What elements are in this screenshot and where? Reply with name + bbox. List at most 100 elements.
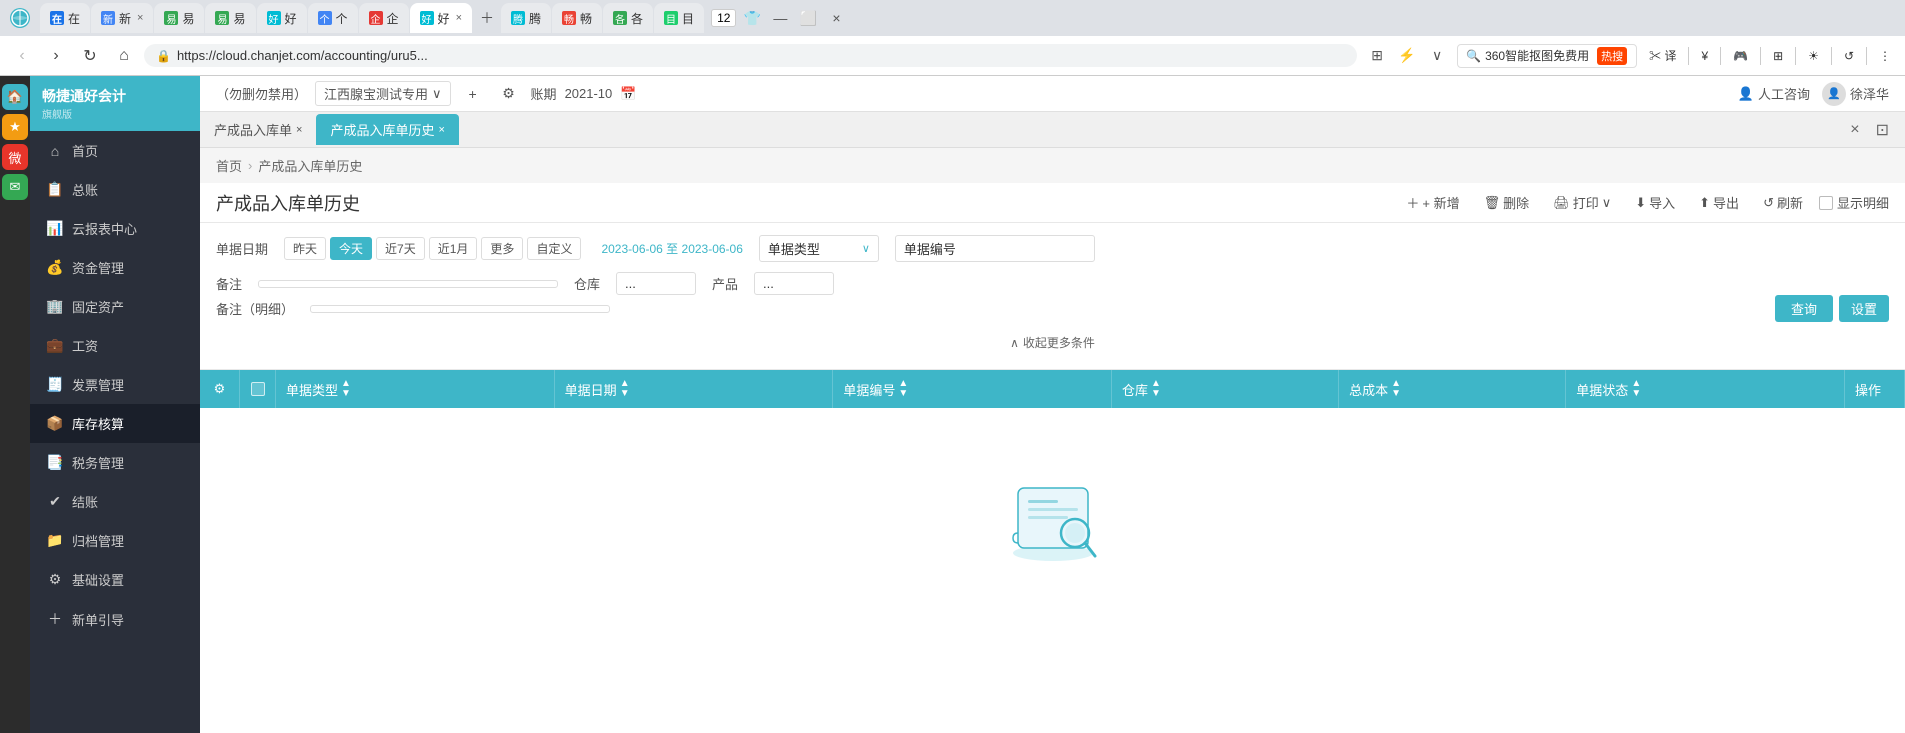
sidebar-item-tax[interactable]: 📑 税务管理: [30, 443, 200, 482]
grid-tool[interactable]: ⊞: [1767, 47, 1789, 65]
browser-tab-4[interactable]: 易 易: [205, 3, 255, 33]
date-btn-yesterday[interactable]: 昨天: [284, 237, 326, 260]
sidebar-item-fixed[interactable]: 🏢 固定资产: [30, 287, 200, 326]
app-icon-star[interactable]: ★: [2, 114, 28, 140]
home-button[interactable]: ⌂: [110, 42, 138, 70]
sidebar-item-new[interactable]: ＋ 新单引导: [30, 599, 200, 639]
sidebar-item-payroll[interactable]: 💼 工资: [30, 326, 200, 365]
back-button[interactable]: ‹: [8, 42, 36, 70]
type-select[interactable]: 单据类型 ∨: [759, 235, 879, 262]
search-bar-360[interactable]: 🔍 360智能抠图免费用 热搜: [1457, 44, 1637, 68]
tab-close-8[interactable]: ×: [456, 12, 462, 24]
date-btn-today[interactable]: 今天: [330, 237, 372, 260]
settings-button[interactable]: 设置: [1839, 295, 1889, 322]
sidebar-item-funds[interactable]: 💰 资金管理: [30, 248, 200, 287]
refresh-button[interactable]: ↻: [76, 42, 104, 70]
company-select[interactable]: 江西腺宝测试专用 ∨: [315, 81, 451, 106]
th-warehouse[interactable]: 仓库 ▲▼: [1112, 370, 1339, 408]
app-icon-mail[interactable]: ✉: [2, 174, 28, 200]
add-company-button[interactable]: +: [459, 80, 487, 108]
th-date[interactable]: 单据日期 ▲▼: [555, 370, 834, 408]
browser-tab-12[interactable]: 目 目: [654, 3, 704, 33]
query-button[interactable]: 查询: [1775, 295, 1833, 322]
reports-icon: 📊: [46, 220, 64, 237]
browser-tab-3[interactable]: 易 易: [154, 3, 204, 33]
export-button[interactable]: ⬆ 导出: [1691, 189, 1747, 216]
scissors-tool[interactable]: ✂ 译: [1643, 45, 1682, 66]
game-tool[interactable]: 🎮: [1727, 47, 1754, 65]
address-input[interactable]: 🔒 https://cloud.chanjet.com/accounting/u…: [144, 44, 1357, 67]
th-cost[interactable]: 总成本 ▲▼: [1339, 370, 1566, 408]
sidebar-item-ledger[interactable]: 📋 总账: [30, 170, 200, 209]
yuan-tool[interactable]: ¥: [1695, 47, 1714, 65]
sidebar-item-archive[interactable]: 📁 归档管理: [30, 521, 200, 560]
browser-tab-5[interactable]: 好 好: [257, 3, 307, 33]
tab-history[interactable]: 产成品入库单历史 ×: [316, 114, 458, 145]
browser-tab-2[interactable]: 新 新 ×: [91, 3, 153, 33]
panel-expand-button[interactable]: ⊡: [1868, 120, 1897, 140]
sidebar-item-home[interactable]: ⌂ 首页: [30, 131, 200, 170]
user-avatar[interactable]: 👤 徐泽华: [1822, 82, 1889, 106]
browser-tab-10[interactable]: 畅 畅: [552, 3, 602, 33]
num-input[interactable]: 单据编号: [895, 235, 1095, 262]
browser-tab-6[interactable]: 个 个: [308, 3, 358, 33]
th-status[interactable]: 单据状态 ▲▼: [1566, 370, 1845, 408]
chevron-down-icon[interactable]: ∨: [1423, 42, 1451, 70]
th-type[interactable]: 单据类型 ▲▼: [276, 370, 555, 408]
new-button[interactable]: ＋ + 新增: [1398, 189, 1467, 216]
browser-tab-11[interactable]: 各 各: [603, 3, 653, 33]
restore-button[interactable]: ⬜: [794, 4, 822, 32]
show-detail-checkbox[interactable]: [1819, 196, 1833, 210]
refresh-button[interactable]: ↺ 刷新: [1755, 189, 1811, 216]
more-tool[interactable]: ⋮: [1873, 47, 1897, 65]
calendar-icon[interactable]: 📅: [620, 86, 636, 102]
collapse-button[interactable]: ∧ 收起更多条件: [1010, 328, 1095, 357]
date-btn-7days[interactable]: 近7天: [376, 237, 425, 260]
app-icon-home[interactable]: 🏠: [2, 84, 28, 110]
lightning-icon[interactable]: ⚡: [1393, 42, 1421, 70]
minimize-button[interactable]: —: [766, 4, 794, 32]
app-icon-weibo[interactable]: 微: [2, 144, 28, 170]
forward-button[interactable]: ›: [42, 42, 70, 70]
import-button[interactable]: ⬇ 导入: [1627, 189, 1683, 216]
date-btn-more[interactable]: 更多: [481, 237, 523, 260]
sidebar-item-reports[interactable]: 📊 云报表中心: [30, 209, 200, 248]
detail-remark-input[interactable]: [310, 305, 610, 313]
tab-count[interactable]: 12: [711, 9, 736, 27]
th-checkbox[interactable]: [240, 370, 276, 408]
browser-tab-7[interactable]: 企 企: [359, 3, 409, 33]
print-button[interactable]: 🖨 打印 ∨: [1545, 189, 1619, 216]
tab-history-close[interactable]: ×: [438, 124, 444, 136]
import-label: 导入: [1649, 193, 1675, 212]
sidebar-item-invoice[interactable]: 🧾 发票管理: [30, 365, 200, 404]
refresh-tool[interactable]: ↺: [1838, 47, 1860, 65]
sidebar-item-inventory[interactable]: 📦 库存核算: [30, 404, 200, 443]
close-button[interactable]: ×: [822, 4, 850, 32]
company-settings-icon[interactable]: ⚙: [495, 80, 523, 108]
browser-tab-1[interactable]: 在 在: [40, 3, 90, 33]
date-btn-1month[interactable]: 近1月: [429, 237, 478, 260]
shirt-icon[interactable]: 👕: [738, 4, 766, 32]
warehouse-select[interactable]: ...: [616, 272, 696, 295]
th-settings[interactable]: ⚙: [200, 370, 240, 408]
delete-button[interactable]: 🗑 删除: [1476, 189, 1538, 216]
user-service-button[interactable]: 👤 人工咨询: [1738, 84, 1810, 103]
new-tab-button[interactable]: ＋: [473, 4, 501, 32]
product-select[interactable]: ...: [754, 272, 834, 295]
remark-input[interactable]: [258, 280, 558, 288]
brightness-tool[interactable]: ☀: [1802, 47, 1825, 65]
date-btn-custom[interactable]: 自定义: [527, 237, 581, 260]
browser-tab-8[interactable]: 好 好 ×: [410, 3, 472, 33]
header-checkbox[interactable]: [251, 382, 265, 396]
tab-list[interactable]: 产成品入库单 ×: [200, 114, 316, 145]
breadcrumb-home[interactable]: 首页: [216, 156, 242, 175]
panel-close-button[interactable]: ×: [1842, 121, 1867, 139]
browser-tab-9[interactable]: 腾 腾: [501, 3, 551, 33]
sidebar-item-checkout[interactable]: ✔ 结账: [30, 482, 200, 521]
sidebar-item-settings[interactable]: ⚙ 基础设置: [30, 560, 200, 599]
tab-list-close[interactable]: ×: [296, 124, 302, 136]
ledger-icon: 📋: [46, 181, 64, 198]
grid-icon[interactable]: ⊞: [1363, 42, 1391, 70]
sidebar-item-label-archive: 归档管理: [72, 531, 124, 550]
th-num[interactable]: 单据编号 ▲▼: [833, 370, 1112, 408]
